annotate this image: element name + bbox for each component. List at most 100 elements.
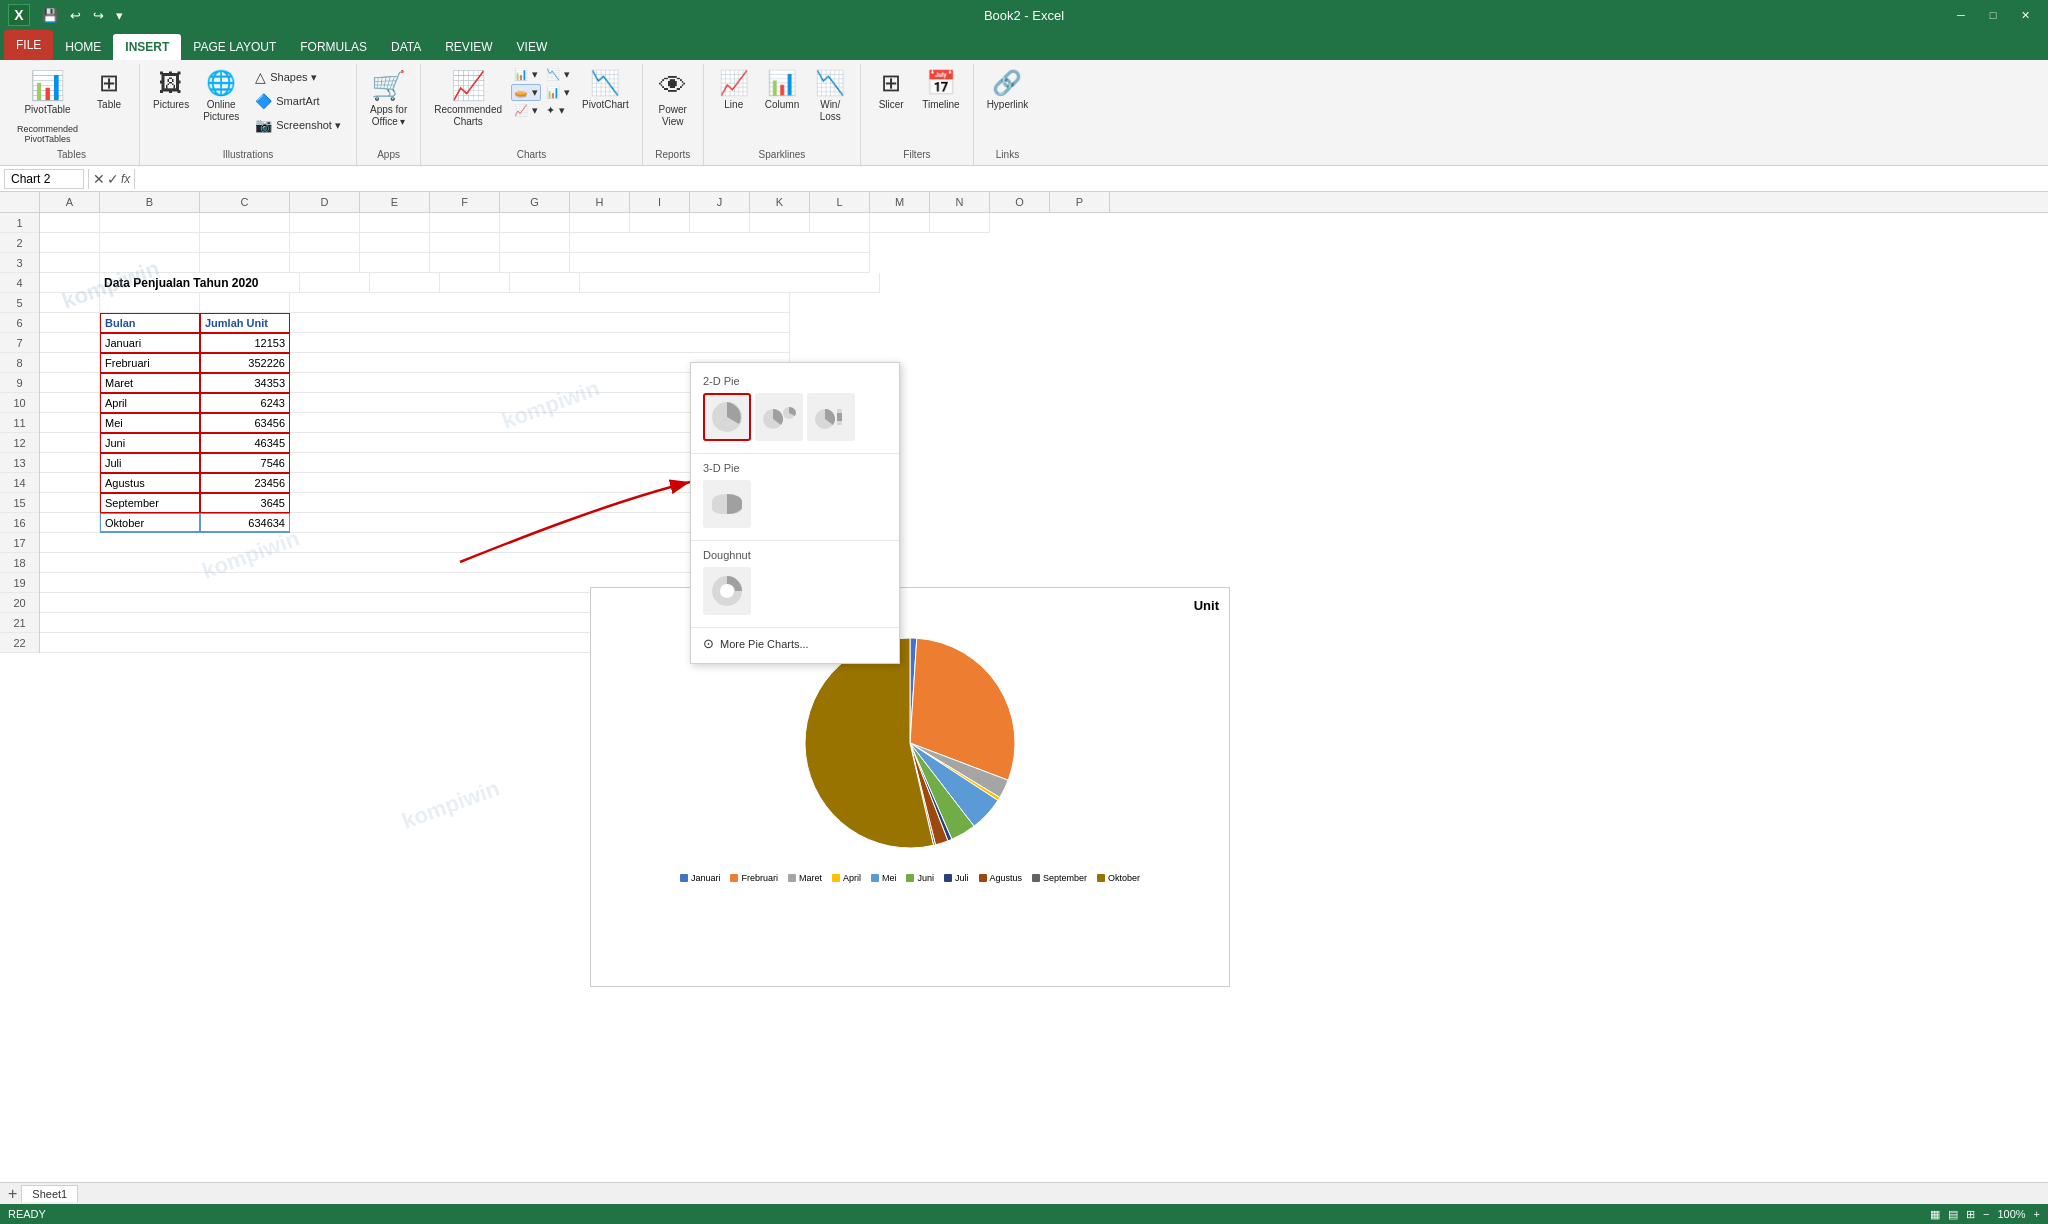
cell-c9[interactable]: 34353 [200, 373, 290, 393]
scatter-chart-btn[interactable]: ✦▾ [543, 102, 568, 119]
save-btn[interactable]: 💾 [38, 6, 62, 25]
row-header-2[interactable]: 2 [0, 233, 39, 253]
cell-h2[interactable] [570, 233, 870, 253]
online-pictures-btn[interactable]: 🌐 OnlinePictures [198, 66, 244, 126]
col-header-g[interactable]: G [500, 192, 570, 212]
row-header-3[interactable]: 3 [0, 253, 39, 273]
cell-a14[interactable] [40, 473, 100, 493]
row-header-12[interactable]: 12 [0, 433, 39, 453]
cell-a16[interactable] [40, 513, 100, 533]
col-header-e[interactable]: E [360, 192, 430, 212]
cell-c5[interactable] [200, 293, 290, 313]
cell-c10[interactable]: 6243 [200, 393, 290, 413]
cell-f2[interactable] [430, 233, 500, 253]
cell-a15[interactable] [40, 493, 100, 513]
cell-d2[interactable] [290, 233, 360, 253]
redo-btn[interactable]: ↪ [89, 6, 108, 25]
confirm-formula-btn[interactable]: ✓ [107, 171, 119, 187]
cell-a10[interactable] [40, 393, 100, 413]
slicer-btn[interactable]: ⊞ Slicer [869, 66, 913, 114]
sheet-tab-1[interactable]: Sheet1 [21, 1185, 78, 1202]
pie-2d-2-btn[interactable] [755, 393, 803, 441]
tab-data[interactable]: DATA [379, 34, 433, 60]
pie-2d-1-btn[interactable] [703, 393, 751, 441]
cell-a1[interactable] [40, 213, 100, 233]
more-pie-charts-btn[interactable]: ⊙ More Pie Charts... [691, 632, 899, 655]
cell-b16[interactable]: Oktober [100, 513, 200, 533]
col-header-a[interactable]: A [40, 192, 100, 212]
row-header-20[interactable]: 20 [0, 593, 39, 613]
cell-d4[interactable] [300, 273, 370, 293]
recommended-charts-btn[interactable]: 📈 RecommendedCharts [429, 66, 507, 131]
shapes-btn[interactable]: △ Shapes ▾ [248, 66, 348, 88]
cell-c12[interactable]: 46345 [200, 433, 290, 453]
view-page-btn[interactable]: ▤ [1948, 1208, 1958, 1221]
bar-chart-btn[interactable]: 📊▾ [543, 84, 573, 101]
cell-b12[interactable]: Juni [100, 433, 200, 453]
column-sparkline-btn[interactable]: 📊 Column [760, 66, 804, 114]
cell-b2[interactable] [100, 233, 200, 253]
tab-formulas[interactable]: FORMULAS [288, 34, 379, 60]
minimize-btn[interactable]: ─ [1946, 0, 1976, 30]
cell-e2[interactable] [360, 233, 430, 253]
row-header-15[interactable]: 15 [0, 493, 39, 513]
row-header-17[interactable]: 17 [0, 533, 39, 553]
cell-k1[interactable] [750, 213, 810, 233]
zoom-in-btn[interactable]: + [2034, 1208, 2040, 1220]
cell-e4[interactable] [370, 273, 440, 293]
col-header-n[interactable]: N [930, 192, 990, 212]
pivot-chart-btn[interactable]: 📉 PivotChart [577, 66, 634, 114]
winloss-btn[interactable]: 📉 Win/Loss [808, 66, 852, 126]
cell-g4[interactable] [510, 273, 580, 293]
pie-2d-3-btn[interactable] [807, 393, 855, 441]
cell-h1[interactable] [570, 213, 630, 233]
zoom-out-btn[interactable]: − [1983, 1208, 1989, 1220]
pie-3d-1-btn[interactable] [703, 480, 751, 528]
col-header-c[interactable]: C [200, 192, 290, 212]
row-header-13[interactable]: 13 [0, 453, 39, 473]
cell-b8[interactable]: Frebruari [100, 353, 200, 373]
row-header-18[interactable]: 18 [0, 553, 39, 573]
view-break-btn[interactable]: ⊞ [1966, 1208, 1975, 1221]
cell-a4[interactable] [40, 273, 100, 293]
cell-b6[interactable]: Bulan [100, 313, 200, 333]
pictures-btn[interactable]: 🖼 Pictures [148, 66, 194, 114]
cell-c6[interactable]: Jumlah Unit [200, 313, 290, 333]
insert-function-btn[interactable]: fx [121, 172, 130, 186]
close-btn[interactable]: ✕ [2010, 0, 2040, 30]
chart-dropdown[interactable]: 2-D Pie [690, 362, 900, 664]
cell-l1[interactable] [810, 213, 870, 233]
cell-b9[interactable]: Maret [100, 373, 200, 393]
cell-a5[interactable] [40, 293, 100, 313]
chart-area[interactable]: Unit Januari Frebruari [590, 587, 1230, 987]
cell-i1[interactable] [630, 213, 690, 233]
tab-page-layout[interactable]: PAGE LAYOUT [181, 34, 288, 60]
cell-n1[interactable] [930, 213, 990, 233]
cell-d3[interactable] [290, 253, 360, 273]
cell-h3[interactable] [570, 253, 870, 273]
column-chart-btn[interactable]: 📊▾ [511, 66, 541, 83]
col-header-h[interactable]: H [570, 192, 630, 212]
row-header-1[interactable]: 1 [0, 213, 39, 233]
smartart-btn[interactable]: 🔷 SmartArt [248, 90, 348, 112]
doughnut-1-btn[interactable] [703, 567, 751, 615]
customize-btn[interactable]: ▾ [112, 6, 127, 25]
cell-b13[interactable]: Juli [100, 453, 200, 473]
col-header-j[interactable]: J [690, 192, 750, 212]
cell-b11[interactable]: Mei [100, 413, 200, 433]
line-chart-btn[interactable]: 📉▾ [543, 66, 573, 83]
cell-a7[interactable] [40, 333, 100, 353]
cell-b7[interactable]: Januari [100, 333, 200, 353]
cell-c15[interactable]: 3645 [200, 493, 290, 513]
cell-g2[interactable] [500, 233, 570, 253]
pivot-table-btn[interactable]: 📊 PivotTable [19, 66, 75, 119]
cell-c7[interactable]: 12153 [200, 333, 290, 353]
name-box[interactable] [4, 169, 84, 189]
cell-c1[interactable] [200, 213, 290, 233]
col-header-b[interactable]: B [100, 192, 200, 212]
cell-a11[interactable] [40, 413, 100, 433]
row-header-5[interactable]: 5 [0, 293, 39, 313]
row-header-21[interactable]: 21 [0, 613, 39, 633]
cancel-formula-btn[interactable]: ✕ [93, 171, 105, 187]
cell-f1[interactable] [430, 213, 500, 233]
